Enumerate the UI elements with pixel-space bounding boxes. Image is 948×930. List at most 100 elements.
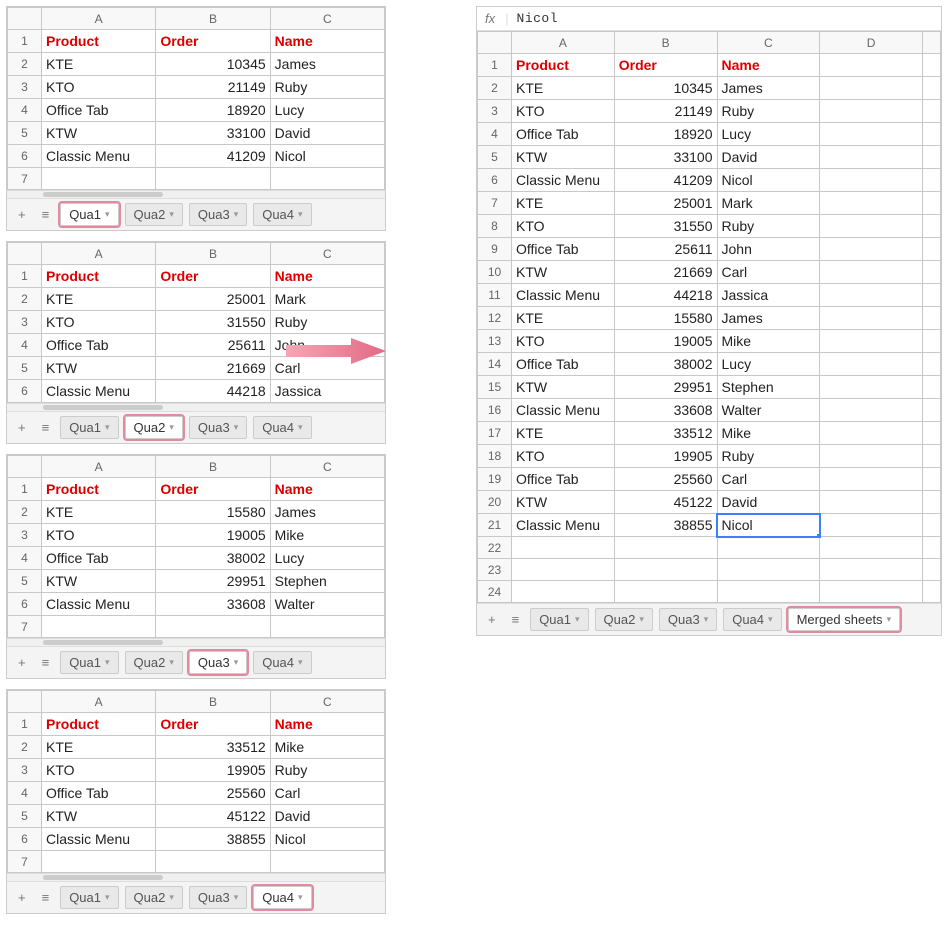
- row-header[interactable]: 7: [8, 168, 42, 190]
- table-row[interactable]: 19Office Tab25560Carl: [478, 468, 941, 491]
- tab-qua4[interactable]: Qua4▾: [253, 203, 311, 226]
- row-header[interactable]: 3: [8, 76, 42, 99]
- row-header[interactable]: 5: [478, 146, 512, 169]
- row-header[interactable]: 2: [8, 501, 42, 524]
- row-header[interactable]: 2: [8, 736, 42, 759]
- table-row[interactable]: 21Classic Menu38855Nicol: [478, 514, 941, 537]
- row-header[interactable]: 4: [8, 334, 42, 357]
- col-header[interactable]: B: [156, 243, 270, 265]
- tab-qua2[interactable]: Qua2▾: [125, 886, 183, 909]
- row-header[interactable]: 9: [478, 238, 512, 261]
- add-sheet-button[interactable]: +: [13, 205, 31, 224]
- table-row[interactable]: 3KTO31550Ruby: [8, 311, 385, 334]
- table-row[interactable]: 3KTO21149Ruby: [8, 76, 385, 99]
- row-header[interactable]: 19: [478, 468, 512, 491]
- col-header[interactable]: A: [42, 8, 156, 30]
- row-header[interactable]: 15: [478, 376, 512, 399]
- row-header[interactable]: 1: [8, 478, 42, 501]
- add-sheet-button[interactable]: +: [483, 610, 501, 629]
- tab-qua2[interactable]: Qua2▾: [125, 416, 183, 439]
- cell-header-name[interactable]: Name: [270, 713, 384, 736]
- all-sheets-button[interactable]: ≡: [507, 610, 525, 629]
- col-header[interactable]: A: [42, 456, 156, 478]
- table-row[interactable]: 3KTO19905Ruby: [8, 759, 385, 782]
- cell-header-order[interactable]: Order: [156, 713, 270, 736]
- col-header[interactable]: B: [614, 32, 717, 54]
- table-row[interactable]: 6Classic Menu41209Nicol: [478, 169, 941, 192]
- row-header[interactable]: 2: [8, 53, 42, 76]
- tab-qua1[interactable]: Qua1▾: [60, 886, 118, 909]
- row-header[interactable]: 5: [8, 805, 42, 828]
- cell-header-product[interactable]: Product: [42, 478, 156, 501]
- table-row[interactable]: 10KTW21669Carl: [478, 261, 941, 284]
- tab-qua1[interactable]: Qua1▾: [530, 608, 588, 631]
- row-header[interactable]: 22: [478, 537, 512, 559]
- table-row[interactable]: 17KTE33512Mike: [478, 422, 941, 445]
- tab-qua3[interactable]: Qua3▾: [659, 608, 717, 631]
- tab-qua3[interactable]: Qua3▾: [189, 416, 247, 439]
- row-header[interactable]: 5: [8, 570, 42, 593]
- cell-header-order[interactable]: Order: [156, 30, 270, 53]
- row-header[interactable]: 1: [8, 30, 42, 53]
- row-header[interactable]: 3: [8, 524, 42, 547]
- table-row[interactable]: 13KTO19005Mike: [478, 330, 941, 353]
- row-header[interactable]: 4: [8, 99, 42, 122]
- col-header[interactable]: C: [270, 456, 384, 478]
- grid-merged[interactable]: ABCD1ProductOrderName2KTE10345James3KTO2…: [477, 31, 941, 603]
- row-header[interactable]: 4: [8, 782, 42, 805]
- tab-qua4[interactable]: Qua4▾: [253, 886, 311, 909]
- col-header[interactable]: A: [42, 243, 156, 265]
- cell-header-order[interactable]: Order: [156, 265, 270, 288]
- row-header[interactable]: 5: [8, 357, 42, 380]
- add-sheet-button[interactable]: +: [13, 888, 31, 907]
- tab-qua1[interactable]: Qua1▾: [60, 416, 118, 439]
- tab-qua2[interactable]: Qua2▾: [595, 608, 653, 631]
- row-header[interactable]: 2: [478, 77, 512, 100]
- table-row[interactable]: 5KTW29951Stephen: [8, 570, 385, 593]
- table-row[interactable]: 18KTO19905Ruby: [478, 445, 941, 468]
- cell-header-name[interactable]: Name: [270, 478, 384, 501]
- table-row[interactable]: 5KTW33100David: [8, 122, 385, 145]
- row-header[interactable]: 18: [478, 445, 512, 468]
- col-header[interactable]: B: [156, 691, 270, 713]
- table-row[interactable]: 4Office Tab18920Lucy: [478, 123, 941, 146]
- row-header[interactable]: 17: [478, 422, 512, 445]
- table-row[interactable]: 9Office Tab25611John: [478, 238, 941, 261]
- tab-qua2[interactable]: Qua2▾: [125, 651, 183, 674]
- cell-header-order[interactable]: Order: [156, 478, 270, 501]
- row-header[interactable]: 11: [478, 284, 512, 307]
- table-row[interactable]: 12KTE15580James: [478, 307, 941, 330]
- row-header[interactable]: 5: [8, 122, 42, 145]
- tab-qua4[interactable]: Qua4▾: [253, 651, 311, 674]
- add-sheet-button[interactable]: +: [13, 653, 31, 672]
- row-header[interactable]: 14: [478, 353, 512, 376]
- col-header[interactable]: C: [270, 8, 384, 30]
- all-sheets-button[interactable]: ≡: [37, 888, 55, 907]
- row-header[interactable]: 24: [478, 581, 512, 603]
- col-header[interactable]: C: [270, 691, 384, 713]
- table-row[interactable]: 6Classic Menu44218Jassica: [8, 380, 385, 403]
- tab-merged sheets[interactable]: Merged sheets▾: [788, 608, 901, 631]
- scrollbar[interactable]: [7, 638, 385, 646]
- col-header[interactable]: C: [717, 32, 820, 54]
- table-row[interactable]: 5KTW33100David: [478, 146, 941, 169]
- cell-header-product[interactable]: Product: [42, 713, 156, 736]
- table-row[interactable]: 6Classic Menu38855Nicol: [8, 828, 385, 851]
- row-header[interactable]: 6: [8, 828, 42, 851]
- fx-value[interactable]: Nicol: [517, 11, 559, 26]
- row-header[interactable]: 6: [8, 380, 42, 403]
- col-header[interactable]: A: [42, 691, 156, 713]
- table-row[interactable]: 6Classic Menu41209Nicol: [8, 145, 385, 168]
- table-row[interactable]: 14Office Tab38002Lucy: [478, 353, 941, 376]
- row-header[interactable]: 6: [8, 593, 42, 616]
- row-header[interactable]: 6: [8, 145, 42, 168]
- row-header[interactable]: 21: [478, 514, 512, 537]
- table-row[interactable]: 4Office Tab38002Lucy: [8, 547, 385, 570]
- scrollbar[interactable]: [7, 403, 385, 411]
- table-row[interactable]: 16Classic Menu33608Walter: [478, 399, 941, 422]
- table-row[interactable]: 15KTW29951Stephen: [478, 376, 941, 399]
- tab-qua4[interactable]: Qua4▾: [723, 608, 781, 631]
- table-row[interactable]: 2KTE10345James: [478, 77, 941, 100]
- cell-header-product[interactable]: Product: [42, 265, 156, 288]
- formula-bar[interactable]: fx|Nicol: [477, 7, 941, 31]
